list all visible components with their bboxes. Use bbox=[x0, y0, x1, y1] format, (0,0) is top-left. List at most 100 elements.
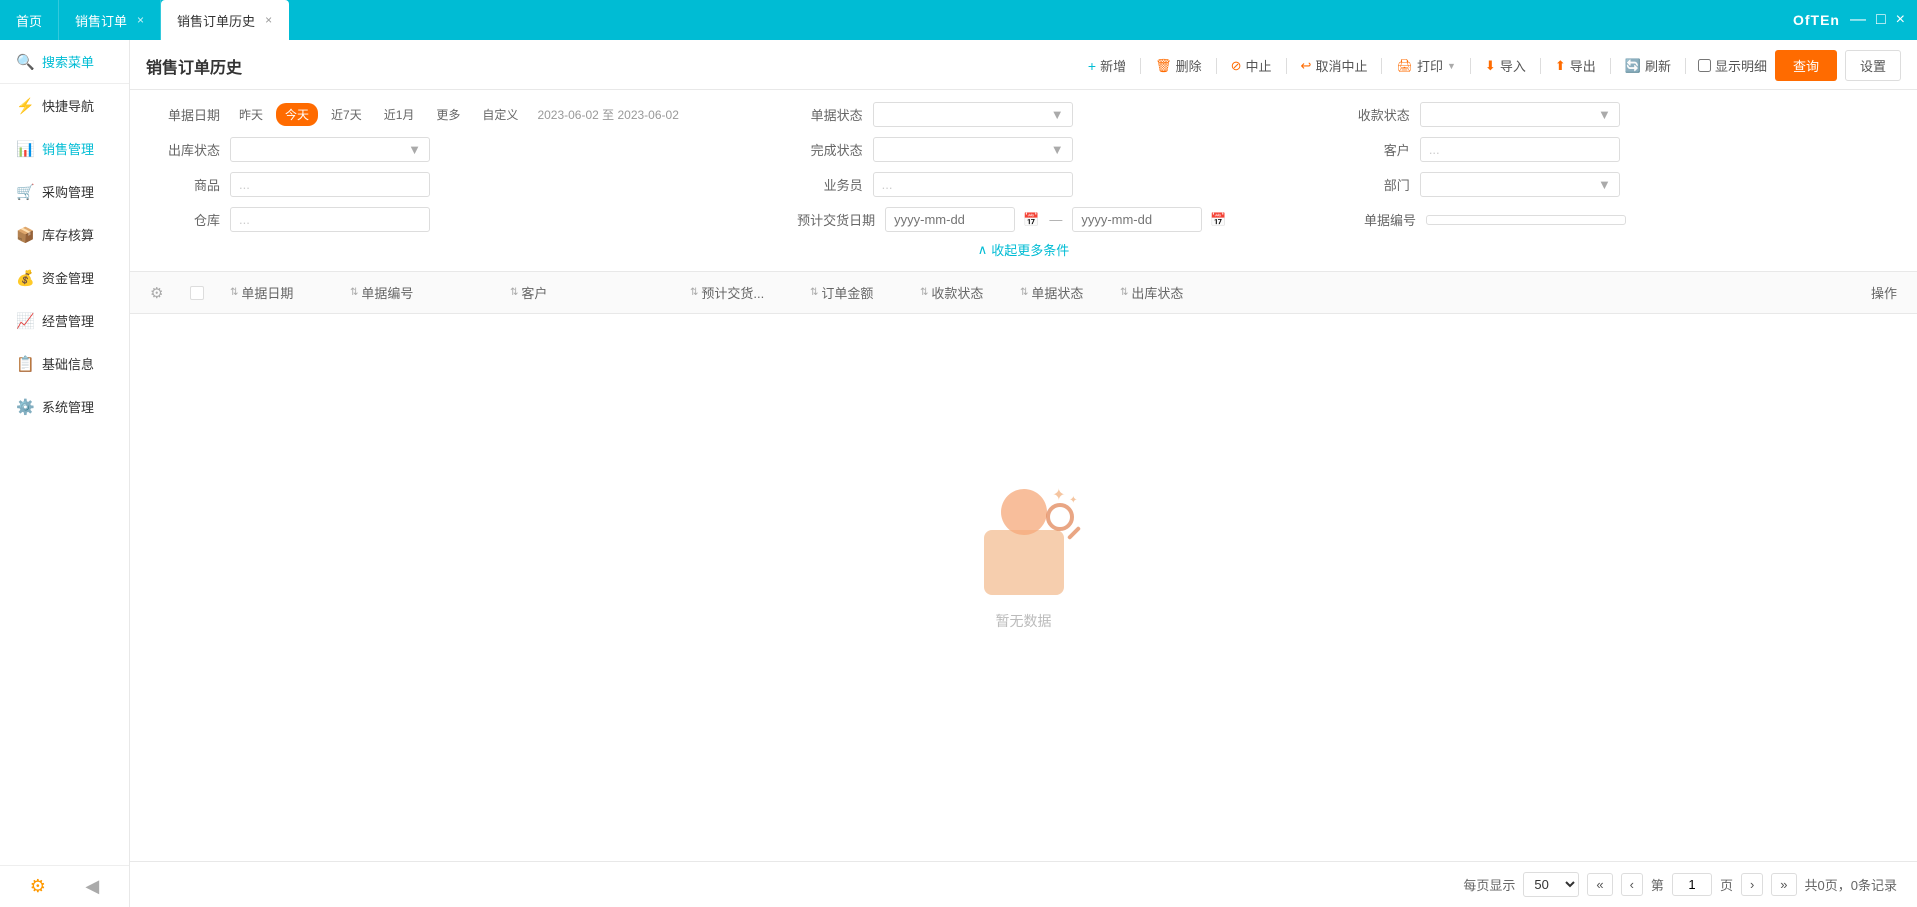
col-amount[interactable]: ⇅ 订单金额 bbox=[802, 283, 912, 302]
page-size-select[interactable]: 20 50 100 bbox=[1523, 872, 1579, 897]
gear-icon[interactable]: ⚙ bbox=[150, 284, 163, 302]
sort-icon-date: ⇅ bbox=[230, 287, 238, 298]
collapse-icon: ∧ bbox=[978, 242, 988, 258]
bill-status-select[interactable]: ▼ bbox=[873, 102, 1073, 127]
col-gear: ⚙ bbox=[142, 284, 182, 302]
sidebar-item-operations[interactable]: 📈 经营管理 bbox=[0, 299, 129, 342]
refresh-button[interactable]: 🔄 刷新 bbox=[1619, 52, 1677, 79]
date-tag-custom[interactable]: 自定义 bbox=[473, 103, 527, 126]
date-tag-today[interactable]: 今天 bbox=[276, 103, 318, 126]
salesperson-label: 业务员 bbox=[803, 175, 873, 194]
last-page-button[interactable]: » bbox=[1771, 873, 1796, 896]
complete-status-select[interactable]: ▼ bbox=[873, 137, 1073, 162]
out-status-select[interactable]: ▼ bbox=[230, 137, 430, 162]
col-customer[interactable]: ⇅ 客户 bbox=[502, 283, 682, 302]
print-icon: 🖨 bbox=[1396, 58, 1413, 74]
sort-icon-amount: ⇅ bbox=[810, 287, 818, 298]
display-toggle-checkbox[interactable] bbox=[1698, 59, 1711, 72]
warehouse-label: 仓库 bbox=[150, 210, 230, 229]
product-input[interactable]: ... bbox=[230, 172, 430, 197]
date-range-display: 2023-06-02 至 2023-06-02 bbox=[537, 106, 678, 123]
select-all-checkbox[interactable] bbox=[190, 286, 204, 300]
col-out-status[interactable]: ⇅ 出库状态 bbox=[1112, 283, 1212, 302]
date-tag-more[interactable]: 更多 bbox=[427, 103, 469, 126]
sidebar-item-sys-mgmt[interactable]: ⚙️ 系统管理 bbox=[0, 385, 129, 428]
tab-sales-order-history-label: 销售订单历史 bbox=[177, 11, 255, 30]
sort-icon-delivery: ⇅ bbox=[690, 287, 698, 298]
next-page-button[interactable]: › bbox=[1741, 873, 1763, 896]
sidebar-item-finance[interactable]: 💰 资金管理 bbox=[0, 256, 129, 299]
tab-sales-order-history-close[interactable]: × bbox=[265, 13, 272, 27]
query-button[interactable]: 查询 bbox=[1775, 50, 1837, 81]
tab-sales-order-close[interactable]: × bbox=[137, 13, 144, 27]
delete-button[interactable]: 🗑 删除 bbox=[1149, 52, 1208, 79]
display-toggle-label[interactable]: 显示明细 bbox=[1715, 56, 1767, 75]
prev-page-button[interactable]: ‹ bbox=[1621, 873, 1643, 896]
first-page-button[interactable]: « bbox=[1587, 873, 1612, 896]
col-delivery[interactable]: ⇅ 预计交货... bbox=[682, 283, 802, 302]
sidebar-item-sales-mgmt[interactable]: 📊 销售管理 bbox=[0, 127, 129, 170]
product-label: 商品 bbox=[150, 175, 230, 194]
tab-home[interactable]: 首页 bbox=[0, 0, 59, 40]
date-tag-7days[interactable]: 近7天 bbox=[322, 103, 371, 126]
brand-logo: OfTEn bbox=[1793, 12, 1840, 28]
delivery-date-start-input[interactable] bbox=[885, 207, 1015, 232]
sidebar-label-sales: 销售管理 bbox=[42, 139, 94, 158]
print-button[interactable]: 🖨 打印 ▼ bbox=[1390, 52, 1461, 79]
sidebar-item-inventory[interactable]: 📦 库存核算 bbox=[0, 213, 129, 256]
delivery-date-end-input[interactable] bbox=[1072, 207, 1202, 232]
complete-status-label: 完成状态 bbox=[803, 140, 873, 159]
bill-no-input[interactable] bbox=[1426, 215, 1626, 225]
sidebar-label-finance: 资金管理 bbox=[42, 268, 94, 287]
tab-sales-order-history[interactable]: 销售订单历史 × bbox=[161, 0, 289, 40]
bill-status-arrow: ▼ bbox=[1051, 107, 1064, 122]
page-label: 第 bbox=[1651, 875, 1664, 894]
refresh-icon: 🔄 bbox=[1625, 58, 1641, 74]
sidebar-item-search-menu[interactable]: 🔍 搜索菜单 bbox=[0, 40, 129, 84]
empty-state: ✦ ✦ 暂无数据 bbox=[130, 314, 1917, 861]
receipt-status-select[interactable]: ▼ bbox=[1420, 102, 1620, 127]
print-arrow-icon: ▼ bbox=[1447, 61, 1456, 71]
export-button[interactable]: ⬆ 导出 bbox=[1549, 52, 1602, 79]
receipt-status-label: 收款状态 bbox=[1350, 105, 1420, 124]
sidebar-collapse-icon[interactable]: ◀ bbox=[85, 876, 99, 897]
window-minimize[interactable]: — bbox=[1850, 11, 1866, 29]
date-tag-yesterday[interactable]: 昨天 bbox=[230, 103, 272, 126]
sidebar-settings-icon[interactable]: ⚙ bbox=[30, 876, 46, 897]
calendar-end-icon[interactable]: 📅 bbox=[1210, 212, 1226, 228]
bill-status-label: 单据状态 bbox=[803, 105, 873, 124]
import-icon: ⬇ bbox=[1485, 58, 1496, 74]
date-tag-1month[interactable]: 近1月 bbox=[375, 103, 424, 126]
page-title: 销售订单历史 bbox=[146, 54, 242, 78]
dept-select[interactable]: ▼ bbox=[1420, 172, 1620, 197]
calendar-start-icon[interactable]: 📅 bbox=[1023, 212, 1039, 228]
col-date[interactable]: ⇅ 单据日期 bbox=[222, 283, 342, 302]
import-button[interactable]: ⬇ 导入 bbox=[1479, 52, 1532, 79]
setting-button[interactable]: 设置 bbox=[1845, 50, 1901, 81]
stop-button[interactable]: ⊘ 中止 bbox=[1225, 52, 1278, 79]
window-restore[interactable]: □ bbox=[1876, 11, 1886, 29]
dept-arrow: ▼ bbox=[1598, 177, 1611, 192]
date-separator: — bbox=[1049, 212, 1062, 227]
sys-mgmt-icon: ⚙️ bbox=[16, 398, 34, 416]
sidebar-item-purchase-mgmt[interactable]: 🛒 采购管理 bbox=[0, 170, 129, 213]
sidebar-label-quick-nav: 快捷导航 bbox=[42, 96, 94, 115]
collapse-label[interactable]: 收起更多条件 bbox=[991, 240, 1069, 259]
salesperson-input[interactable]: ... bbox=[873, 172, 1073, 197]
col-bill-status[interactable]: ⇅ 单据状态 bbox=[1012, 283, 1112, 302]
warehouse-input[interactable]: ... bbox=[230, 207, 430, 232]
sidebar-item-quick-nav[interactable]: ⚡ 快捷导航 bbox=[0, 84, 129, 127]
cancel-stop-button[interactable]: ↩ 取消中止 bbox=[1295, 52, 1374, 79]
stop-icon: ⊘ bbox=[1231, 58, 1242, 74]
tab-sales-order[interactable]: 销售订单 × bbox=[59, 0, 161, 40]
page-input[interactable] bbox=[1672, 873, 1712, 896]
customer-input[interactable]: ... bbox=[1420, 137, 1620, 162]
col-operation: 操作 bbox=[1212, 283, 1905, 302]
dept-label: 部门 bbox=[1350, 175, 1420, 194]
sidebar-item-basic-info[interactable]: 📋 基础信息 bbox=[0, 342, 129, 385]
new-button[interactable]: + 新增 bbox=[1082, 52, 1132, 79]
window-close[interactable]: × bbox=[1896, 11, 1905, 29]
col-receipt-status[interactable]: ⇅ 收款状态 bbox=[912, 283, 1012, 302]
sort-icon-receipt: ⇅ bbox=[920, 287, 928, 298]
col-number[interactable]: ⇅ 单据编号 bbox=[342, 283, 502, 302]
